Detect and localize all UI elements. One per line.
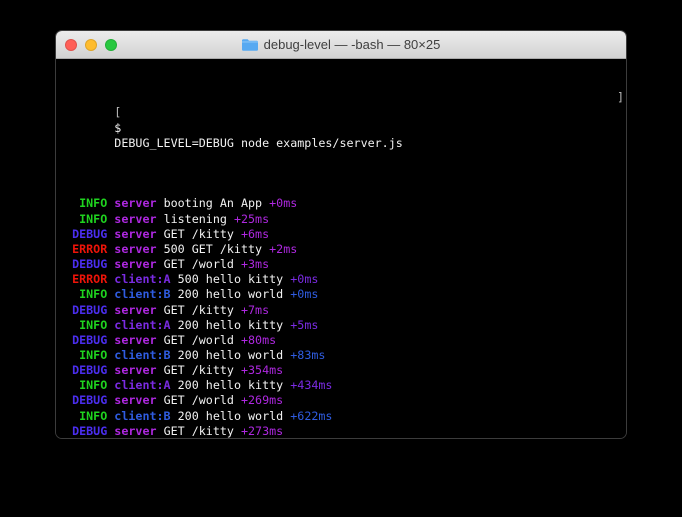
log-level: DEBUG	[58, 257, 108, 272]
log-time: +80ms	[233, 332, 277, 347]
terminal-window: debug-level — -bash — 80×25 [ $ DEBUG_LE…	[56, 31, 626, 438]
log-line: INFO client:B 200 hello world +0ms	[58, 287, 624, 302]
log-time: +0ms	[262, 196, 298, 211]
prompt-line: [ $ DEBUG_LEVEL=DEBUG node examples/serv…	[58, 90, 624, 166]
terminal-mark-close: ]	[616, 90, 624, 105]
log-output: INFO server booting An App +0ms INFO ser…	[58, 196, 624, 438]
log-line: DEBUG server GET /kitty +354ms	[58, 363, 624, 378]
log-time: +5ms	[283, 317, 319, 332]
close-button[interactable]	[65, 38, 77, 51]
log-time: +269ms	[233, 393, 284, 408]
log-line: INFO server booting An App +0ms	[58, 196, 624, 211]
log-line: INFO client:B 200 hello world +83ms	[58, 348, 624, 363]
log-level: DEBUG	[58, 226, 108, 241]
log-line: DEBUG server GET /kitty +6ms	[58, 227, 624, 242]
log-level: INFO	[58, 287, 108, 302]
log-namespace: server	[107, 196, 157, 211]
log-message: booting An App	[156, 196, 263, 211]
log-namespace: server	[107, 211, 157, 226]
log-level: INFO	[58, 347, 108, 362]
log-namespace: server	[107, 302, 157, 317]
log-namespace: server	[107, 393, 157, 408]
minimize-button[interactable]	[85, 38, 97, 51]
log-message: GET /world	[156, 332, 234, 347]
log-level: INFO	[58, 408, 108, 423]
log-time: +622ms	[283, 408, 333, 423]
log-message: listening	[156, 211, 227, 226]
log-namespace: client:A	[107, 378, 171, 393]
log-namespace: server	[107, 226, 157, 241]
log-line: DEBUG server GET /world +80ms	[58, 333, 624, 348]
log-message: 200 hello world	[170, 347, 284, 362]
folder-icon	[241, 38, 258, 51]
log-message: GET /world	[156, 393, 234, 408]
terminal-screen[interactable]: [ $ DEBUG_LEVEL=DEBUG node examples/serv…	[56, 59, 626, 438]
log-line: DEBUG server GET /world +3ms	[58, 257, 624, 272]
log-message: 200 hello kitty	[170, 317, 284, 332]
log-time: +6ms	[233, 226, 270, 241]
log-line: DEBUG server GET /world +269ms	[58, 393, 624, 408]
log-level: INFO	[58, 196, 108, 211]
log-namespace: server	[107, 423, 157, 438]
log-message: 200 hello world	[170, 287, 284, 302]
window-titlebar[interactable]: debug-level — -bash — 80×25	[56, 31, 626, 59]
log-time: +434ms	[283, 378, 333, 393]
log-time: +354ms	[233, 363, 284, 378]
window-title: debug-level — -bash — 80×25	[263, 37, 441, 52]
log-message: GET /kitty	[156, 423, 234, 438]
log-message: 200 hello world	[170, 408, 284, 423]
zoom-button[interactable]	[105, 38, 117, 51]
log-namespace: client:A	[107, 317, 171, 332]
log-time: +0ms	[283, 287, 319, 302]
log-message: 500 hello kitty	[170, 272, 284, 287]
log-level: DEBUG	[58, 393, 108, 408]
log-level: ERROR	[58, 272, 108, 287]
terminal-mark-open: [	[114, 105, 122, 120]
log-line: DEBUG server GET /kitty +7ms	[58, 303, 624, 318]
log-message: 500 GET /kitty	[156, 241, 263, 256]
log-line: INFO client:B 200 hello world +622ms	[58, 409, 624, 424]
log-namespace: client:B	[107, 408, 171, 423]
log-level: INFO	[58, 211, 108, 226]
log-time: +83ms	[283, 347, 326, 362]
log-namespace: client:A	[107, 272, 171, 287]
log-namespace: server	[107, 332, 157, 347]
log-line: ERROR server 500 GET /kitty +2ms	[58, 242, 624, 257]
log-namespace: server	[107, 241, 157, 256]
log-time: +273ms	[233, 423, 284, 438]
log-time: +7ms	[233, 302, 270, 317]
log-message: GET /kitty	[156, 302, 234, 317]
log-line: INFO client:A 200 hello kitty +434ms	[58, 378, 624, 393]
log-message: GET /kitty	[156, 226, 234, 241]
log-namespace: client:B	[107, 287, 171, 302]
log-message: 200 hello kitty	[170, 378, 284, 393]
log-level: INFO	[58, 378, 108, 393]
log-time: +2ms	[262, 241, 298, 256]
log-level: DEBUG	[58, 302, 108, 317]
log-message: GET /kitty	[156, 363, 234, 378]
log-level: INFO	[58, 317, 108, 332]
log-line: DEBUG server GET /kitty +273ms	[58, 424, 624, 438]
log-namespace: server	[107, 363, 157, 378]
log-level: DEBUG	[58, 332, 108, 347]
traffic-light-buttons	[65, 31, 117, 58]
log-time: +3ms	[233, 257, 270, 272]
shell-command: DEBUG_LEVEL=DEBUG node examples/server.j…	[114, 135, 403, 150]
log-time: +25ms	[226, 211, 270, 226]
log-level: DEBUG	[58, 363, 108, 378]
log-message: GET /world	[156, 257, 234, 272]
log-line: INFO client:A 200 hello kitty +5ms	[58, 318, 624, 333]
log-line: ERROR client:A 500 hello kitty +0ms	[58, 272, 624, 287]
log-time: +0ms	[283, 272, 319, 287]
log-namespace: server	[107, 257, 157, 272]
log-level: ERROR	[58, 241, 108, 256]
shell-prompt: $	[114, 120, 129, 135]
log-level: DEBUG	[58, 423, 108, 438]
log-namespace: client:B	[107, 347, 171, 362]
log-line: INFO server listening +25ms	[58, 212, 624, 227]
